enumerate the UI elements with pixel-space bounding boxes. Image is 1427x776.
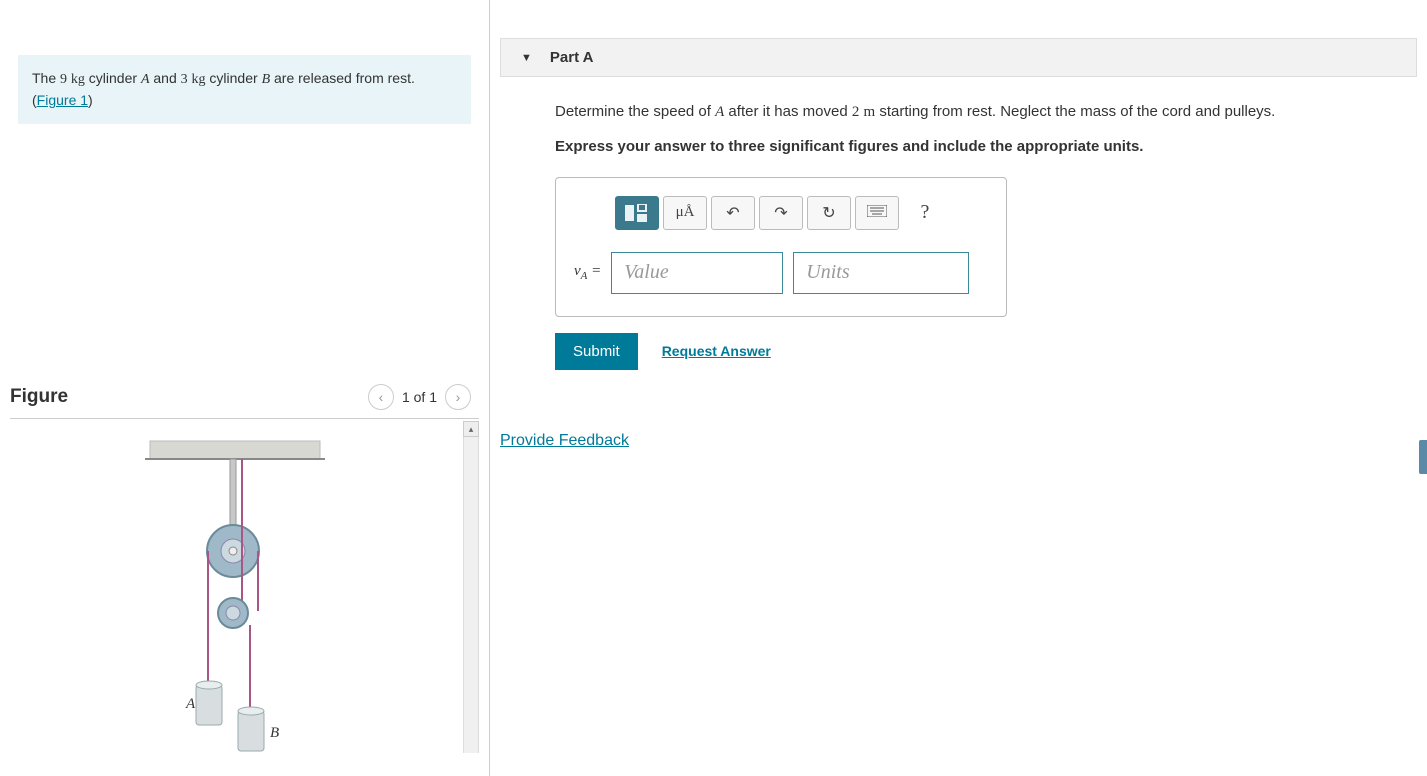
reset-icon: ↻ xyxy=(822,203,835,223)
figure-next-button[interactable]: › xyxy=(445,384,471,410)
part-header[interactable]: ▼ Part A xyxy=(500,38,1417,77)
reset-button[interactable]: ↻ xyxy=(807,196,851,230)
value-input[interactable] xyxy=(611,252,783,294)
answer-toolbar: μÅ ↶ ↷ ↻ ? xyxy=(570,196,992,230)
chevron-left-icon: ‹ xyxy=(379,389,384,405)
redo-button[interactable]: ↷ xyxy=(759,196,803,230)
figure-pager: ‹ 1 of 1 › xyxy=(368,384,471,410)
part-title: Part A xyxy=(550,49,594,66)
figure-title: Figure xyxy=(10,386,68,408)
redo-icon: ↷ xyxy=(774,203,787,223)
templates-button[interactable] xyxy=(615,196,659,230)
answer-input-row: vA = xyxy=(570,252,992,294)
submit-button[interactable]: Submit xyxy=(555,333,638,370)
units-button[interactable]: μÅ xyxy=(663,196,707,230)
scroll-track[interactable] xyxy=(463,437,479,753)
problem-text: The 9 kg cylinder A and 3 kg cylinder B … xyxy=(32,70,415,108)
action-row: Submit Request Answer xyxy=(555,333,1417,370)
provide-feedback-link[interactable]: Provide Feedback xyxy=(500,432,629,450)
undo-icon: ↶ xyxy=(726,203,739,223)
side-tab[interactable] xyxy=(1419,440,1427,474)
scroll-up-icon[interactable]: ▴ xyxy=(463,421,479,437)
problem-statement: The 9 kg cylinder A and 3 kg cylinder B … xyxy=(18,55,471,124)
question-instruction: Express your answer to three significant… xyxy=(555,138,1417,155)
figure-pager-label: 1 of 1 xyxy=(402,389,437,405)
figure-link[interactable]: Figure 1 xyxy=(37,92,88,108)
chevron-right-icon: › xyxy=(456,389,461,405)
figure-image: A B xyxy=(10,419,459,753)
svg-text:A: A xyxy=(185,696,196,712)
question-text: Determine the speed of A after it has mo… xyxy=(555,101,1417,124)
right-panel: ▼ Part A Determine the speed of A after … xyxy=(490,0,1427,776)
svg-text:B: B xyxy=(270,725,279,741)
caret-down-icon: ▼ xyxy=(521,52,532,64)
help-button[interactable]: ? xyxy=(903,196,947,230)
figure-header: Figure ‹ 1 of 1 › xyxy=(10,384,479,419)
request-answer-link[interactable]: Request Answer xyxy=(662,343,771,359)
figure-section: Figure ‹ 1 of 1 › xyxy=(0,384,489,753)
units-input[interactable] xyxy=(793,252,969,294)
keyboard-button[interactable] xyxy=(855,196,899,230)
question-area: Determine the speed of A after it has mo… xyxy=(500,77,1417,317)
answer-box: μÅ ↶ ↷ ↻ ? vA = xyxy=(555,177,1007,317)
answer-variable-label: vA = xyxy=(574,263,601,282)
keyboard-icon xyxy=(867,204,887,222)
left-panel: The 9 kg cylinder A and 3 kg cylinder B … xyxy=(0,0,490,776)
undo-button[interactable]: ↶ xyxy=(711,196,755,230)
figure-prev-button[interactable]: ‹ xyxy=(368,384,394,410)
figure-scrollbar[interactable]: ▴ xyxy=(463,421,479,753)
fraction-template-icon xyxy=(622,202,652,224)
